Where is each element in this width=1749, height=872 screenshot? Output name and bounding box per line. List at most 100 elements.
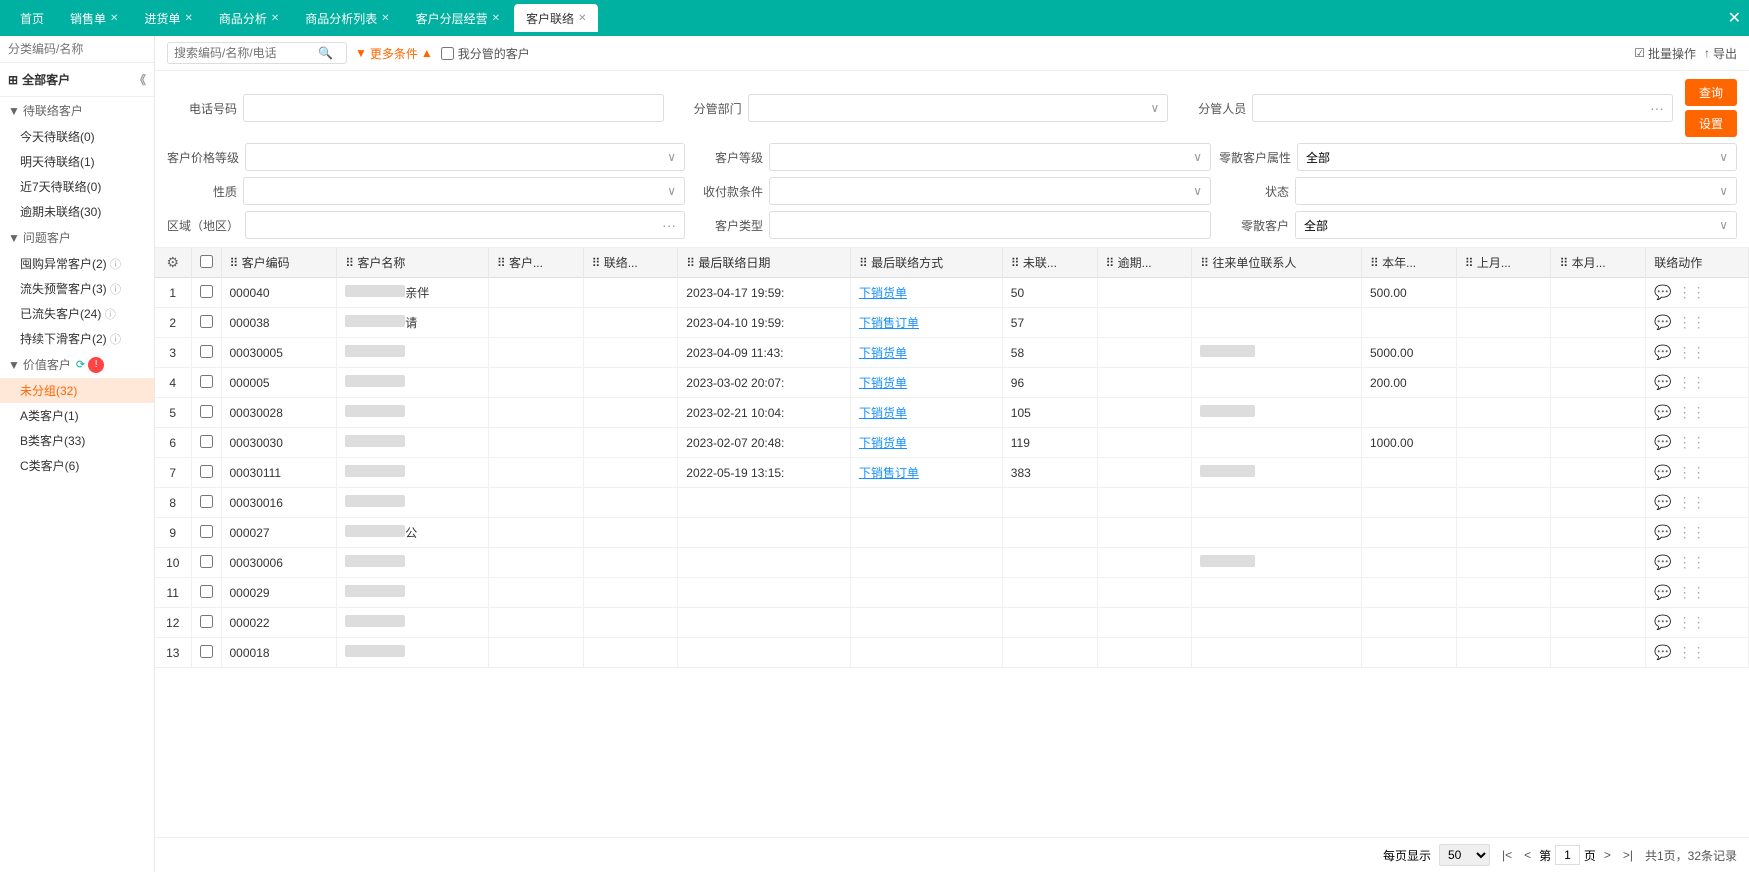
last-method-link[interactable]: 下销货单 — [859, 346, 907, 360]
row-select[interactable] — [200, 555, 213, 568]
tab-customer-segment[interactable]: 客户分层经营 ✕ — [404, 4, 512, 32]
tab-customer-contact-close[interactable]: ✕ — [578, 13, 586, 24]
row-select[interactable] — [200, 495, 213, 508]
col-this-year[interactable]: ⠿ 本年... — [1362, 248, 1457, 278]
prev-page-button[interactable]: < — [1520, 846, 1535, 864]
row-select[interactable] — [200, 315, 213, 328]
row-select[interactable] — [200, 585, 213, 598]
tab-product-analysis-list-close[interactable]: ✕ — [381, 13, 389, 24]
contact-icon[interactable]: 💬 — [1654, 284, 1671, 301]
more-action-icon[interactable]: ⋮⋮ — [1678, 404, 1706, 421]
last-method-link[interactable]: 下销货单 — [859, 436, 907, 450]
tab-product-analysis[interactable]: 商品分析 ✕ — [207, 4, 291, 32]
contact-icon[interactable]: 💬 — [1654, 374, 1671, 391]
window-close-button[interactable]: ✕ — [1728, 8, 1741, 28]
sidebar-collapse-icon[interactable]: 《 — [134, 71, 146, 88]
sidebar-section-value[interactable]: ▼ 价值客户 ⟳ ! — [0, 351, 154, 378]
row-checkbox[interactable] — [191, 278, 221, 308]
row-checkbox[interactable] — [191, 578, 221, 608]
more-action-icon[interactable]: ⋮⋮ — [1678, 614, 1706, 631]
col-contact[interactable]: ⠿ 联络... — [583, 248, 678, 278]
last-method-link[interactable]: 下销售订单 — [859, 316, 919, 330]
col-settings[interactable]: ⚙ — [155, 248, 191, 278]
tab-purchase[interactable]: 进货单 ✕ — [132, 4, 204, 32]
more-action-icon[interactable]: ⋮⋮ — [1678, 524, 1706, 541]
contact-icon[interactable]: 💬 — [1654, 494, 1671, 511]
last-page-button[interactable]: >| — [1619, 846, 1637, 864]
sidebar-item-overdue-pending[interactable]: 逾期未联络(30) — [0, 199, 154, 224]
reset-button[interactable]: 设置 — [1685, 110, 1737, 137]
row-checkbox[interactable] — [191, 488, 221, 518]
row-select[interactable] — [200, 285, 213, 298]
last-method-link[interactable]: 下销售订单 — [859, 466, 919, 480]
last-method-link[interactable]: 下销货单 — [859, 406, 907, 420]
row-checkbox[interactable] — [191, 368, 221, 398]
filter-sparse-customer-select[interactable]: 全部∨ — [1295, 211, 1737, 239]
settings-gear-icon[interactable]: ⚙ — [166, 254, 179, 270]
filter-dept-select[interactable]: ∨ — [748, 94, 1169, 122]
more-action-icon[interactable]: ⋮⋮ — [1678, 344, 1706, 361]
row-select[interactable] — [200, 405, 213, 418]
col-last-method[interactable]: ⠿ 最后联络方式 — [851, 248, 1003, 278]
next-page-button[interactable]: > — [1600, 846, 1615, 864]
tab-customer-contact[interactable]: 客户联络 ✕ — [514, 4, 598, 32]
sidebar-all-customers[interactable]: ⊞ 全部客户 《 — [0, 63, 154, 97]
contact-icon[interactable]: 💬 — [1654, 554, 1671, 571]
contact-icon[interactable]: 💬 — [1654, 464, 1671, 481]
row-select[interactable] — [200, 345, 213, 358]
select-all-checkbox[interactable] — [200, 255, 213, 268]
last-method-link[interactable]: 下销货单 — [859, 286, 907, 300]
more-action-icon[interactable]: ⋮⋮ — [1678, 464, 1706, 481]
sidebar-item-hoarding-abnormal[interactable]: 囤购异常客户(2) ⓘ — [0, 251, 154, 276]
row-checkbox[interactable] — [191, 518, 221, 548]
row-checkbox[interactable] — [191, 338, 221, 368]
row-checkbox[interactable] — [191, 308, 221, 338]
contact-icon[interactable]: 💬 — [1654, 404, 1671, 421]
filter-phone-input[interactable] — [243, 94, 664, 122]
row-select[interactable] — [200, 615, 213, 628]
row-checkbox[interactable] — [191, 638, 221, 668]
sidebar-search-input[interactable] — [8, 42, 155, 56]
col-checkbox[interactable] — [191, 248, 221, 278]
sidebar-item-declining[interactable]: 持续下滑客户(2) ⓘ — [0, 326, 154, 351]
sidebar-section-pending[interactable]: ▼ 待联络客户 — [0, 97, 154, 124]
sidebar-item-class-b[interactable]: B类客户(33) — [0, 428, 154, 453]
contact-icon[interactable]: 💬 — [1654, 344, 1671, 361]
col-last-date[interactable]: ⠿ 最后联络日期 — [678, 248, 851, 278]
more-filters-button[interactable]: ▼ 更多条件 ▲ — [355, 45, 433, 62]
contact-icon[interactable]: 💬 — [1654, 314, 1671, 331]
row-select[interactable] — [200, 525, 213, 538]
filter-price-level-select[interactable]: ∨ — [245, 143, 685, 171]
export-button[interactable]: ↑ 导出 — [1704, 45, 1737, 62]
tab-product-analysis-list[interactable]: 商品分析列表 ✕ — [293, 4, 401, 32]
col-name[interactable]: ⠿ 客户名称 — [337, 248, 489, 278]
filter-payment-select[interactable]: ∨ — [769, 177, 1211, 205]
filter-customer-level-select[interactable]: ∨ — [769, 143, 1211, 171]
tab-sales[interactable]: 销售单 ✕ — [58, 4, 130, 32]
filter-status-select[interactable]: ∨ — [1295, 177, 1737, 205]
my-customers-check[interactable] — [441, 47, 454, 60]
row-select[interactable] — [200, 435, 213, 448]
contact-icon[interactable]: 💬 — [1654, 524, 1671, 541]
sidebar-item-7days-pending[interactable]: 近7天待联络(0) — [0, 174, 154, 199]
sidebar-item-tomorrow-pending[interactable]: 明天待联络(1) — [0, 149, 154, 174]
contact-icon[interactable]: 💬 — [1654, 434, 1671, 451]
filter-customer-type-input[interactable] — [769, 211, 1211, 239]
col-overdue[interactable]: ⠿ 逾期... — [1097, 248, 1192, 278]
row-checkbox[interactable] — [191, 428, 221, 458]
sidebar-item-no-group[interactable]: 未分组(32) — [0, 378, 154, 403]
row-checkbox[interactable] — [191, 548, 221, 578]
more-action-icon[interactable]: ⋮⋮ — [1678, 374, 1706, 391]
tab-customer-segment-close[interactable]: ✕ — [492, 13, 500, 24]
sidebar-section-problem[interactable]: ▼ 问题客户 — [0, 224, 154, 251]
search-icon[interactable]: 🔍 — [318, 46, 333, 60]
filter-person-select[interactable]: ··· — [1252, 94, 1673, 122]
row-checkbox[interactable] — [191, 458, 221, 488]
more-action-icon[interactable]: ⋮⋮ — [1678, 494, 1706, 511]
row-checkbox[interactable] — [191, 398, 221, 428]
more-action-icon[interactable]: ⋮⋮ — [1678, 644, 1706, 661]
filter-nature-select[interactable]: ∨ — [243, 177, 685, 205]
col-last-month[interactable]: ⠿ 上月... — [1456, 248, 1551, 278]
current-page[interactable]: 1 — [1555, 845, 1580, 865]
sidebar-item-churn-warning[interactable]: 流失预警客户(3) ⓘ — [0, 276, 154, 301]
